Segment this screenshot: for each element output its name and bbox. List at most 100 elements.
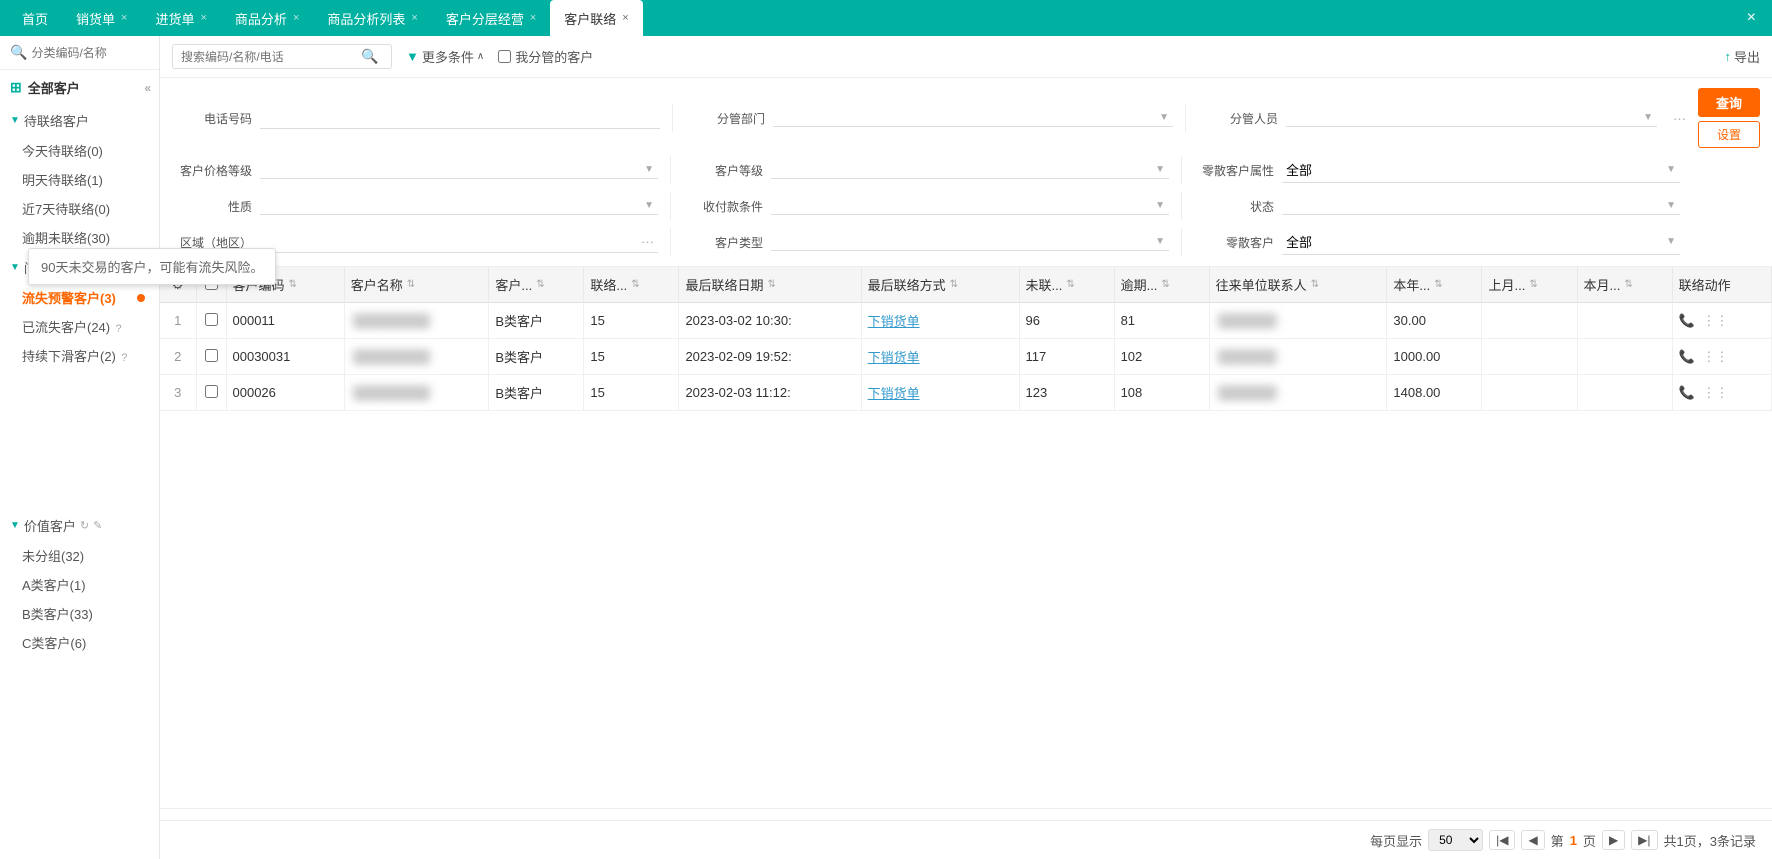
- td-checkbox-2[interactable]: [196, 339, 226, 375]
- content-area: 🔍 ▼ 更多条件 ∧ 我分管的客户 ↑ 导出: [160, 36, 1772, 859]
- pager-first-btn[interactable]: |◀: [1489, 830, 1515, 850]
- filter-select-scatter-attr[interactable]: 全部 ▼: [1282, 157, 1680, 183]
- pager-last-btn[interactable]: ▶|: [1631, 830, 1657, 850]
- th-last-date[interactable]: 最后联络日期 ⇅: [679, 267, 861, 303]
- row-checkbox-3[interactable]: [205, 385, 218, 398]
- sidebar-item-class-b[interactable]: B类客户(33): [0, 599, 159, 628]
- filter-input-phone[interactable]: [260, 108, 660, 129]
- close-tab-customer-contact[interactable]: ×: [622, 12, 628, 24]
- th-last-method[interactable]: 最后联络方式 ⇅: [861, 267, 1019, 303]
- customer-table: ⚙ 客户编码 ⇅ 客户名称: [160, 267, 1772, 411]
- action-phone-1[interactable]: 📞: [1679, 313, 1695, 328]
- row-checkbox-1[interactable]: [205, 313, 218, 326]
- export-btn[interactable]: ↑ 导出: [1724, 47, 1760, 66]
- action-more-2[interactable]: ⋮⋮: [1702, 349, 1728, 364]
- filter-label-phone: 电话号码: [172, 110, 252, 127]
- sidebar-item-churn-warning[interactable]: 流失预警客户(3): [0, 283, 159, 312]
- pager-next-btn[interactable]: ▶: [1602, 830, 1625, 850]
- tab-product-analysis-list[interactable]: 商品分析列表 ×: [313, 0, 431, 36]
- filter-select-manager[interactable]: ▼: [1286, 109, 1657, 127]
- td-checkbox-3[interactable]: [196, 375, 226, 411]
- tab-sales-order[interactable]: 销货单 ×: [62, 0, 141, 36]
- th-type[interactable]: 客户... ⇅: [489, 267, 584, 303]
- sidebar-root[interactable]: ⊞ 全部客户 «: [0, 70, 159, 105]
- th-name[interactable]: 客户名称 ⇅: [344, 267, 489, 303]
- region-dots[interactable]: ···: [641, 234, 654, 249]
- row-checkbox-2[interactable]: [205, 349, 218, 362]
- settings-btn[interactable]: 设置: [1698, 121, 1760, 148]
- query-btn[interactable]: 查询: [1698, 88, 1760, 117]
- filter-more-btn[interactable]: ▼ 更多条件 ∧: [400, 44, 490, 69]
- refresh-icon-value[interactable]: ↻: [80, 519, 89, 532]
- sidebar-item-tomorrow-pending[interactable]: 明天待联络(1): [0, 165, 159, 194]
- sidebar-item-class-c[interactable]: C类客户(6): [0, 628, 159, 657]
- sidebar-collapse-btn[interactable]: «: [144, 81, 151, 95]
- td-index-1: 1: [160, 303, 196, 339]
- filter-select-dept[interactable]: ▼: [773, 109, 1173, 127]
- td-last-method-1[interactable]: 下销货单: [861, 303, 1019, 339]
- close-tab-customer-segment[interactable]: ×: [530, 12, 536, 24]
- last-method-link-1[interactable]: 下销货单: [868, 314, 920, 329]
- th-no-contact[interactable]: 未联... ⇅: [1019, 267, 1114, 303]
- filter-customer-type: 客户类型 ▼: [683, 233, 1169, 251]
- pager-prev-btn[interactable]: ◀: [1521, 830, 1544, 850]
- tab-home[interactable]: 首页: [8, 0, 62, 36]
- sidebar-item-declining[interactable]: 持续下滑客户(2) ?: [0, 341, 159, 370]
- th-overdue[interactable]: 逾期... ⇅: [1114, 267, 1209, 303]
- close-tab-product-analysis-list[interactable]: ×: [411, 12, 417, 24]
- per-page-select[interactable]: 50 100 200: [1428, 829, 1483, 851]
- last-method-link-3[interactable]: 下销货单: [868, 386, 920, 401]
- manager-dots[interactable]: ···: [1673, 111, 1686, 126]
- my-customers-checkbox-label[interactable]: 我分管的客户: [498, 47, 593, 66]
- filter-select-region[interactable]: ···: [260, 231, 658, 253]
- filter-select-customer-type[interactable]: ▼: [771, 233, 1169, 251]
- tab-product-analysis[interactable]: 商品分析 ×: [221, 0, 313, 36]
- sidebar-search-input[interactable]: [31, 46, 149, 60]
- filter-select-scatter-customer[interactable]: 全部 ▼: [1282, 229, 1680, 255]
- tab-purchase-order[interactable]: 进货单 ×: [141, 0, 220, 36]
- filter-select-status[interactable]: ▼: [1282, 197, 1680, 215]
- td-last-date-1: 2023-03-02 10:30:: [679, 303, 861, 339]
- action-more-1[interactable]: ⋮⋮: [1702, 313, 1728, 328]
- sidebar-item-class-a[interactable]: A类客户(1): [0, 570, 159, 599]
- search-icon[interactable]: 🔍: [361, 48, 378, 65]
- filter-select-nature[interactable]: ▼: [260, 197, 658, 215]
- filter-select-customer-grade[interactable]: ▼: [771, 161, 1169, 179]
- action-phone-3[interactable]: 📞: [1679, 385, 1695, 400]
- th-contact-days[interactable]: 联络... ⇅: [584, 267, 679, 303]
- divider-3: [670, 156, 671, 184]
- my-customers-checkbox[interactable]: [498, 50, 511, 63]
- filter-select-payment[interactable]: ▼: [771, 197, 1169, 215]
- tab-customer-contact[interactable]: 客户联络 ×: [550, 0, 642, 36]
- tab-customer-segment[interactable]: 客户分层经营 ×: [432, 0, 550, 36]
- sidebar-item-today-pending[interactable]: 今天待联络(0): [0, 136, 159, 165]
- last-method-link-2[interactable]: 下销货单: [868, 350, 920, 365]
- customer-grade-caret: ▼: [1155, 164, 1165, 175]
- this-month-sort-icon: ⇅: [1624, 279, 1632, 290]
- filter-manager: 分管人员 ▼ ···: [1198, 109, 1686, 127]
- td-last-method-3[interactable]: 下销货单: [861, 375, 1019, 411]
- no-contact-sort-icon: ⇅: [1066, 279, 1074, 290]
- horizontal-scrollbar[interactable]: [160, 808, 1772, 820]
- th-last-month[interactable]: 上月... ⇅: [1482, 267, 1577, 303]
- close-tab-purchase-order[interactable]: ×: [200, 12, 206, 24]
- close-tab-product-analysis[interactable]: ×: [293, 12, 299, 24]
- sidebar-group-value[interactable]: ▼ 价值客户 ↻ ✎: [0, 510, 159, 541]
- close-all-tabs[interactable]: ×: [1739, 9, 1764, 27]
- search-input[interactable]: [181, 50, 361, 64]
- th-this-year[interactable]: 本年... ⇅: [1387, 267, 1482, 303]
- th-this-month[interactable]: 本月... ⇅: [1577, 267, 1672, 303]
- sidebar-item-week-pending[interactable]: 近7天待联络(0): [0, 194, 159, 223]
- sidebar-item-ungrouped[interactable]: 未分组(32): [0, 541, 159, 570]
- th-contact-person[interactable]: 往来单位联系人 ⇅: [1209, 267, 1387, 303]
- sidebar-item-churned[interactable]: 已流失客户(24) ?: [0, 312, 159, 341]
- action-more-3[interactable]: ⋮⋮: [1702, 385, 1728, 400]
- td-last-method-2[interactable]: 下销货单: [861, 339, 1019, 375]
- sidebar-group-pending[interactable]: ▼ 待联络客户: [0, 105, 159, 136]
- td-checkbox-1[interactable]: [196, 303, 226, 339]
- close-tab-sales-order[interactable]: ×: [121, 12, 127, 24]
- status-caret: ▼: [1666, 200, 1676, 211]
- action-phone-2[interactable]: 📞: [1679, 349, 1695, 364]
- edit-icon-value[interactable]: ✎: [93, 519, 102, 532]
- filter-select-price-grade[interactable]: ▼: [260, 161, 658, 179]
